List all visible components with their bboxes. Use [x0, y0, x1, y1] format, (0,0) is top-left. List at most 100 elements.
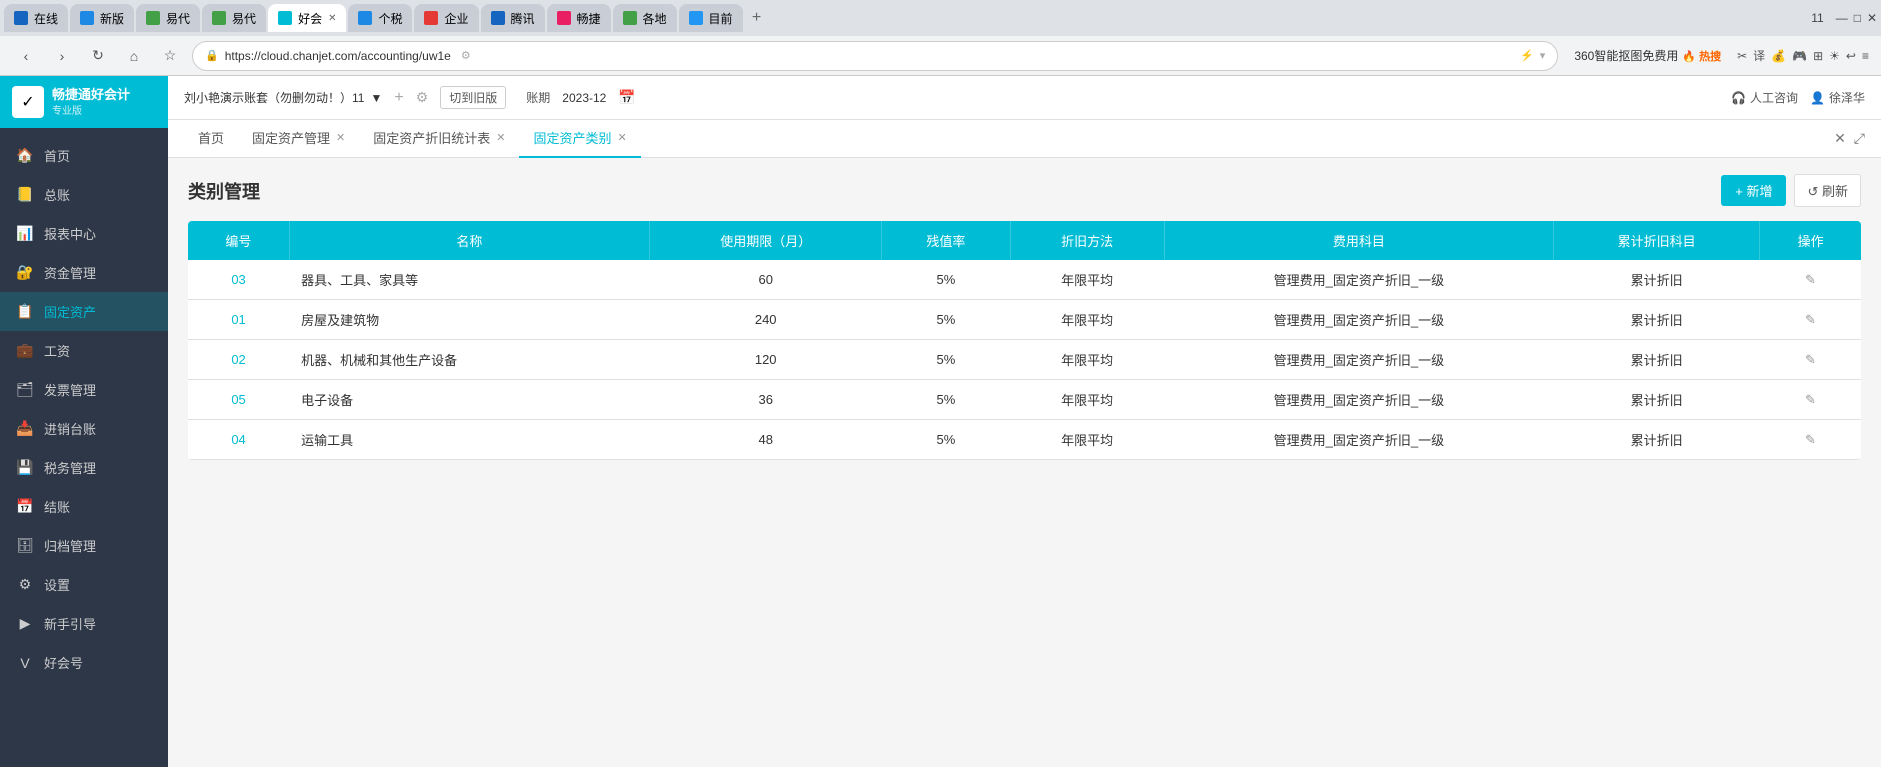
window-close-icon[interactable]: ✕	[1834, 130, 1846, 147]
cell-action[interactable]: ✎	[1760, 420, 1861, 460]
sidebar-item-checkout[interactable]: 📅 结账	[0, 487, 168, 526]
cell-accumulated-account: 累计折旧	[1554, 340, 1760, 380]
sidebar-item-report[interactable]: 📊 报表中心	[0, 214, 168, 253]
sidebar-item-archive[interactable]: 🗄 归档管理	[0, 526, 168, 565]
browser-tab-t6[interactable]: 个税	[348, 4, 412, 32]
maximize-btn[interactable]: □	[1854, 11, 1861, 25]
browser-tab-t10[interactable]: 各地	[613, 4, 677, 32]
wallet-icon[interactable]: 💰	[1771, 49, 1786, 63]
close-btn[interactable]: ✕	[1867, 11, 1877, 25]
sidebar-item-purchase-sale[interactable]: 📥 进销台账	[0, 409, 168, 448]
browser-tab-t3[interactable]: 易代	[136, 4, 200, 32]
brightness-icon[interactable]: ☀	[1829, 49, 1840, 63]
cell-code[interactable]: 05	[188, 380, 289, 420]
tab-label: 新版	[100, 10, 124, 27]
dropdown-arrow: ▾	[1540, 49, 1546, 62]
address-box[interactable]: 🔒 https://cloud.chanjet.com/accounting/u…	[192, 41, 1558, 71]
sidebar: ✓ 畅捷通好会计 专业版 🏠 首页 📒 总账 📊 报表中心 🔐 资金管理 📋 固…	[0, 76, 168, 767]
cell-residual-rate: 5%	[882, 420, 1010, 460]
cell-accumulated-account: 累计折旧	[1554, 380, 1760, 420]
cell-action[interactable]: ✎	[1760, 380, 1861, 420]
browser-tab-t4[interactable]: 易代	[202, 4, 266, 32]
action-buttons: + 新增 ↺ 刷新	[1721, 174, 1861, 207]
game-icon[interactable]: 🎮	[1792, 49, 1807, 63]
tab-label: 各地	[643, 10, 667, 27]
tab-close-icon[interactable]: ✕	[328, 13, 336, 24]
user-name: 徐泽华	[1829, 89, 1865, 106]
page-tab-close-tab-depreciation[interactable]: ✕	[496, 131, 505, 144]
tab-favicon	[623, 11, 637, 25]
menu-icon[interactable]: ≡	[1862, 49, 1869, 63]
nav-icon-fund: 🔐	[16, 264, 34, 282]
sidebar-item-fund[interactable]: 🔐 资金管理	[0, 253, 168, 292]
browser-tab-t1[interactable]: 在线	[4, 4, 68, 32]
translate-icon[interactable]: 译	[1753, 47, 1765, 64]
edit-icon[interactable]: ✎	[1805, 272, 1816, 287]
window-expand-icon[interactable]: ⤢	[1854, 130, 1865, 147]
home-button[interactable]: ⌂	[120, 42, 148, 70]
cell-action[interactable]: ✎	[1760, 260, 1861, 300]
page-tab-close-tab-fixed-mgmt[interactable]: ✕	[336, 131, 345, 144]
address-bar-row: ‹ › ↻ ⌂ ☆ 🔒 https://cloud.chanjet.com/ac…	[0, 36, 1881, 76]
back-button[interactable]: ‹	[12, 42, 40, 70]
cell-code[interactable]: 02	[188, 340, 289, 380]
avatar-icon: 👤	[1810, 91, 1825, 105]
undo-icon[interactable]: ↩	[1846, 49, 1856, 63]
minimize-btn[interactable]: —	[1836, 11, 1848, 25]
cell-code[interactable]: 04	[188, 420, 289, 460]
page-tab-tab-category[interactable]: 固定资产类别 ✕	[519, 120, 640, 158]
logo-icon: ✓	[12, 86, 44, 118]
sidebar-item-salary[interactable]: 💼 工资	[0, 331, 168, 370]
sidebar-item-invoice[interactable]: 🗂 发票管理	[0, 370, 168, 409]
user-avatar-btn[interactable]: 👤 徐泽华	[1810, 89, 1865, 106]
grid-icon[interactable]: ⊞	[1813, 49, 1823, 63]
settings-gear-icon[interactable]: ⚙	[416, 89, 429, 106]
refresh-btn[interactable]: ↺ 刷新	[1794, 174, 1861, 207]
page-tab-label-tab-depreciation: 固定资产折旧统计表	[373, 128, 490, 147]
edit-icon[interactable]: ✎	[1805, 312, 1816, 327]
cell-action[interactable]: ✎	[1760, 300, 1861, 340]
sidebar-item-home[interactable]: 🏠 首页	[0, 136, 168, 175]
new-tab-button[interactable]: +	[745, 6, 769, 30]
nav-icon-checkout: 📅	[16, 498, 34, 516]
sidebar-item-fixed-assets[interactable]: 📋 固定资产	[0, 292, 168, 331]
reload-button[interactable]: ↻	[84, 42, 112, 70]
forward-button[interactable]: ›	[48, 42, 76, 70]
browser-tab-t5[interactable]: 好会 ✕	[268, 4, 346, 32]
browser-tab-t7[interactable]: 企业	[414, 4, 478, 32]
company-dropdown-icon[interactable]: ▼	[370, 91, 382, 105]
search-area[interactable]: 360智能抠图免费用 🔥 热搜	[1574, 47, 1721, 64]
browser-tab-t9[interactable]: 畅捷	[547, 4, 611, 32]
edit-icon[interactable]: ✎	[1805, 392, 1816, 407]
cell-action[interactable]: ✎	[1760, 340, 1861, 380]
cell-period: 36	[650, 380, 882, 420]
page-tab-tab-fixed-mgmt[interactable]: 固定资产管理 ✕	[238, 120, 359, 158]
page-tab-tab-home[interactable]: 首页	[184, 120, 238, 158]
customer-service-btn[interactable]: 🎧 人工咨询	[1731, 89, 1798, 106]
browser-tab-t8[interactable]: 腾讯	[481, 4, 545, 32]
sidebar-item-tax[interactable]: 💾 税务管理	[0, 448, 168, 487]
page-title-row: 类别管理 + 新增 ↺ 刷新	[188, 174, 1861, 207]
sidebar-item-settings[interactable]: ⚙ 设置	[0, 565, 168, 604]
sidebar-item-guide[interactable]: ▶ 新手引导	[0, 604, 168, 643]
switch-old-version-btn[interactable]: 切到旧版	[440, 86, 506, 109]
browser-tab-t2[interactable]: 新版	[70, 4, 134, 32]
cell-code[interactable]: 03	[188, 260, 289, 300]
edit-icon[interactable]: ✎	[1805, 432, 1816, 447]
page-tab-close-tab-category[interactable]: ✕	[618, 131, 627, 144]
cut-icon[interactable]: ✂	[1737, 49, 1747, 63]
sidebar-item-ledger[interactable]: 📒 总账	[0, 175, 168, 214]
page-tab-tab-depreciation[interactable]: 固定资产折旧统计表 ✕	[359, 120, 519, 158]
cell-code[interactable]: 01	[188, 300, 289, 340]
calendar-icon[interactable]: 📅	[618, 89, 635, 106]
add-account-btn[interactable]: +	[394, 89, 403, 107]
browser-tab-t11[interactable]: 目前	[679, 4, 743, 32]
user-company-info: 刘小艳演示账套（勿删勿动！）11 ▼	[184, 89, 382, 106]
cell-name: 器具、工具、家具等	[289, 260, 649, 300]
tab-favicon	[14, 11, 28, 25]
sidebar-item-more[interactable]: V 好会号	[0, 643, 168, 682]
add-category-btn[interactable]: + 新增	[1721, 175, 1786, 206]
bookmark-button[interactable]: ☆	[156, 42, 184, 70]
table-row: 01 房屋及建筑物 240 5% 年限平均 管理费用_固定资产折旧_一级 累计折…	[188, 300, 1861, 340]
edit-icon[interactable]: ✎	[1805, 352, 1816, 367]
